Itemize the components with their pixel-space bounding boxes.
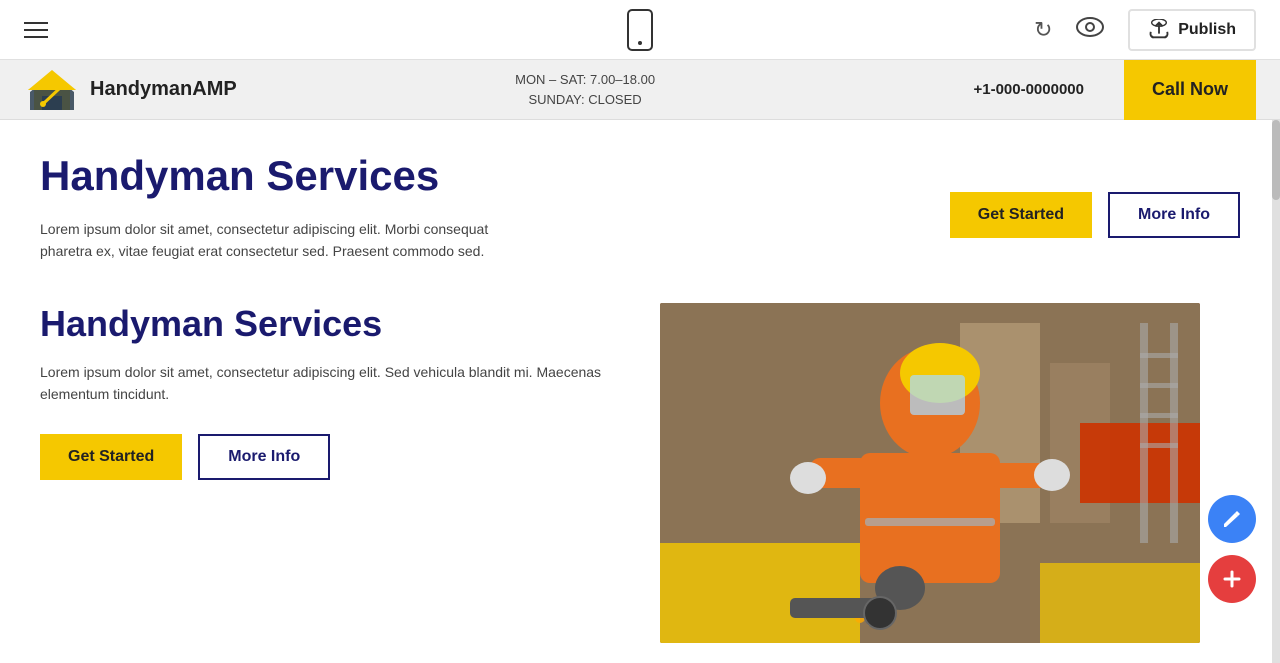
page-subtitle: Lorem ipsum dolor sit amet, consectetur …	[40, 218, 520, 263]
more-info-button-1[interactable]: More Info	[1108, 192, 1240, 238]
hours-line1: MON – SAT: 7.00–18.00	[237, 70, 934, 90]
get-started-button-2[interactable]: Get Started	[40, 434, 182, 480]
toolbar-left	[24, 22, 48, 38]
publish-button[interactable]: Publish	[1128, 9, 1256, 51]
hours-line2: SUNDAY: CLOSED	[237, 90, 934, 110]
toolbar-center	[627, 9, 653, 51]
fab-container	[1208, 495, 1256, 603]
app-layout: ↺ Publish	[0, 0, 1280, 663]
section-2-right	[660, 303, 1240, 643]
scrollbar-thumb[interactable]	[1272, 120, 1280, 200]
scrollbar-track[interactable]	[1272, 120, 1280, 663]
section-2: Handyman Services Lorem ipsum dolor sit …	[0, 283, 1280, 663]
toolbar-right: ↺ Publish	[1034, 9, 1256, 51]
get-started-button-1[interactable]: Get Started	[950, 192, 1092, 238]
section-2-body: Lorem ipsum dolor sit amet, consectetur …	[40, 361, 620, 406]
undo-icon[interactable]: ↺	[1034, 17, 1052, 43]
brand-name: HandymanAMP	[90, 78, 237, 101]
more-info-button-2[interactable]: More Info	[198, 434, 330, 480]
section-2-left: Handyman Services Lorem ipsum dolor sit …	[40, 303, 620, 480]
hamburger-menu[interactable]	[24, 22, 48, 38]
logo-svg	[24, 68, 80, 112]
section-1-text: Handyman Services Lorem ipsum dolor sit …	[40, 152, 950, 263]
preview-eye-icon[interactable]	[1076, 17, 1104, 43]
fab-add-button[interactable]	[1208, 555, 1256, 603]
section-1-buttons: Get Started More Info	[950, 152, 1240, 238]
toolbar: ↺ Publish	[0, 0, 1280, 60]
content-area: HandymanAMP MON – SAT: 7.00–18.00 SUNDAY…	[0, 60, 1280, 663]
site-header: HandymanAMP MON – SAT: 7.00–18.00 SUNDAY…	[0, 60, 1280, 120]
header-hours: MON – SAT: 7.00–18.00 SUNDAY: CLOSED	[237, 70, 934, 109]
section-1-inner: Handyman Services Lorem ipsum dolor sit …	[40, 152, 1240, 263]
worker-image	[660, 303, 1200, 643]
phone-dot	[638, 41, 642, 45]
fab-edit-button[interactable]	[1208, 495, 1256, 543]
mobile-preview-icon[interactable]	[627, 9, 653, 51]
section-2-buttons: Get Started More Info	[40, 434, 620, 480]
logo-area: HandymanAMP	[24, 68, 237, 112]
header-phone: +1-000-0000000	[973, 81, 1084, 98]
call-now-button[interactable]: Call Now	[1124, 60, 1256, 120]
publish-label: Publish	[1178, 21, 1236, 39]
section-2-title: Handyman Services	[40, 303, 620, 345]
page-title: Handyman Services	[40, 152, 950, 200]
section-1: Handyman Services Lorem ipsum dolor sit …	[0, 120, 1280, 283]
